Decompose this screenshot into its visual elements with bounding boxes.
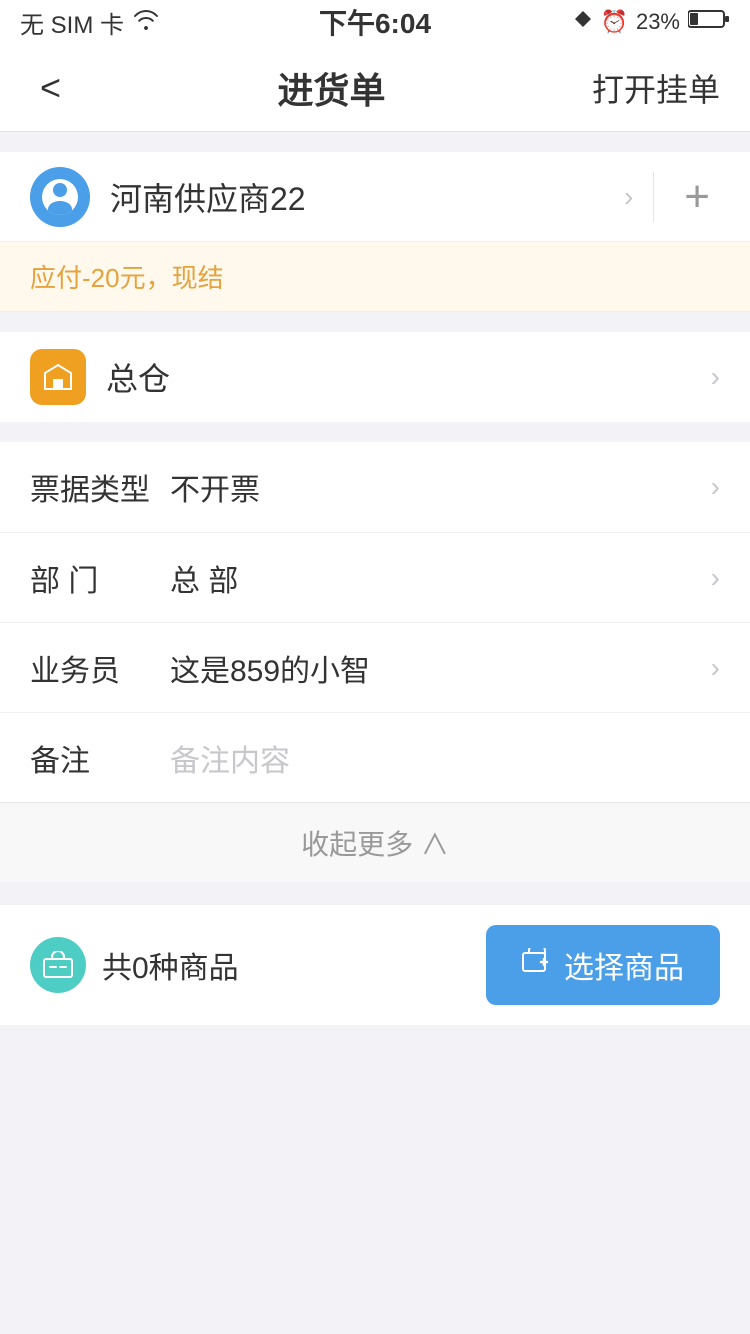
- location-icon: [573, 9, 593, 35]
- goods-count: 共0种商品: [102, 943, 239, 987]
- gap-1: [0, 132, 750, 152]
- warehouse-chevron-icon: ›: [711, 361, 720, 393]
- status-right: ⏰ 23%: [573, 9, 730, 35]
- form-row-remark[interactable]: 备注 备注内容: [0, 712, 750, 802]
- supplier-row[interactable]: 河南供应商22 › +: [0, 152, 750, 242]
- remark-placeholder: 备注内容: [170, 736, 720, 780]
- status-time: 下午6:04: [319, 2, 431, 42]
- warehouse-icon: [30, 349, 86, 405]
- carrier-text: 无 SIM 卡: [20, 5, 124, 40]
- dept-label: 部 门: [30, 556, 170, 600]
- alarm-icon: ⏰: [601, 9, 628, 35]
- notice-text: 应付-20元，现结: [30, 263, 224, 293]
- gap-4: [0, 882, 750, 902]
- invoice-value: 不开票: [170, 465, 711, 509]
- battery-icon: [688, 9, 730, 35]
- page-content: 河南供应商22 › + 应付-20元，现结 总仓 › 票据类型 不开票: [0, 132, 750, 1334]
- dept-chevron-icon: ›: [711, 562, 720, 594]
- supplier-chevron-icon: ›: [624, 181, 633, 213]
- form-row-staff[interactable]: 业务员 这是859的小智 ›: [0, 622, 750, 712]
- form-row-invoice[interactable]: 票据类型 不开票 ›: [0, 442, 750, 532]
- collapse-label: 收起更多 ∧: [301, 823, 449, 863]
- notice-bar: 应付-20元，现结: [0, 242, 750, 312]
- page-title: 进货单: [278, 62, 386, 114]
- battery-text: 23%: [636, 9, 680, 35]
- nav-bar: < 进货单 打开挂单: [0, 44, 750, 132]
- staff-value: 这是859的小智: [170, 646, 711, 690]
- gap-2: [0, 312, 750, 332]
- add-button[interactable]: +: [674, 162, 720, 232]
- supplier-avatar: [30, 167, 90, 227]
- form-card: 票据类型 不开票 › 部 门 总 部 › 业务员 这是859的小智 › 备注 备…: [0, 442, 750, 882]
- warehouse-row[interactable]: 总仓 ›: [0, 332, 750, 422]
- goods-icon: [30, 937, 86, 993]
- select-goods-label: 选择商品: [564, 943, 684, 987]
- invoice-label: 票据类型: [30, 465, 170, 509]
- select-goods-button[interactable]: 选择商品: [486, 925, 720, 1005]
- open-pending-button[interactable]: 打开挂单: [592, 65, 720, 111]
- form-row-dept[interactable]: 部 门 总 部 ›: [0, 532, 750, 622]
- staff-chevron-icon: ›: [711, 652, 720, 684]
- goods-info: 共0种商品: [30, 937, 239, 993]
- avatar-inner: [42, 179, 78, 215]
- collapse-button[interactable]: 收起更多 ∧: [0, 802, 750, 882]
- warehouse-name: 总仓: [106, 354, 711, 400]
- staff-label: 业务员: [30, 646, 170, 690]
- status-bar: 无 SIM 卡 下午6:04 ⏰ 23%: [0, 0, 750, 44]
- supplier-name: 河南供应商22: [110, 174, 624, 220]
- supplier-card: 河南供应商22 › + 应付-20元，现结: [0, 152, 750, 312]
- status-left: 无 SIM 卡: [20, 5, 160, 40]
- invoice-chevron-icon: ›: [711, 471, 720, 503]
- dept-value: 总 部: [170, 556, 711, 600]
- remark-label: 备注: [30, 736, 170, 780]
- wifi-icon: [132, 8, 160, 37]
- vertical-divider: [653, 172, 654, 222]
- gap-3: [0, 422, 750, 442]
- back-button[interactable]: <: [30, 57, 71, 119]
- bottom-bar: 共0种商品 选择商品: [0, 904, 750, 1025]
- select-goods-icon: [522, 948, 552, 982]
- warehouse-card[interactable]: 总仓 ›: [0, 332, 750, 422]
